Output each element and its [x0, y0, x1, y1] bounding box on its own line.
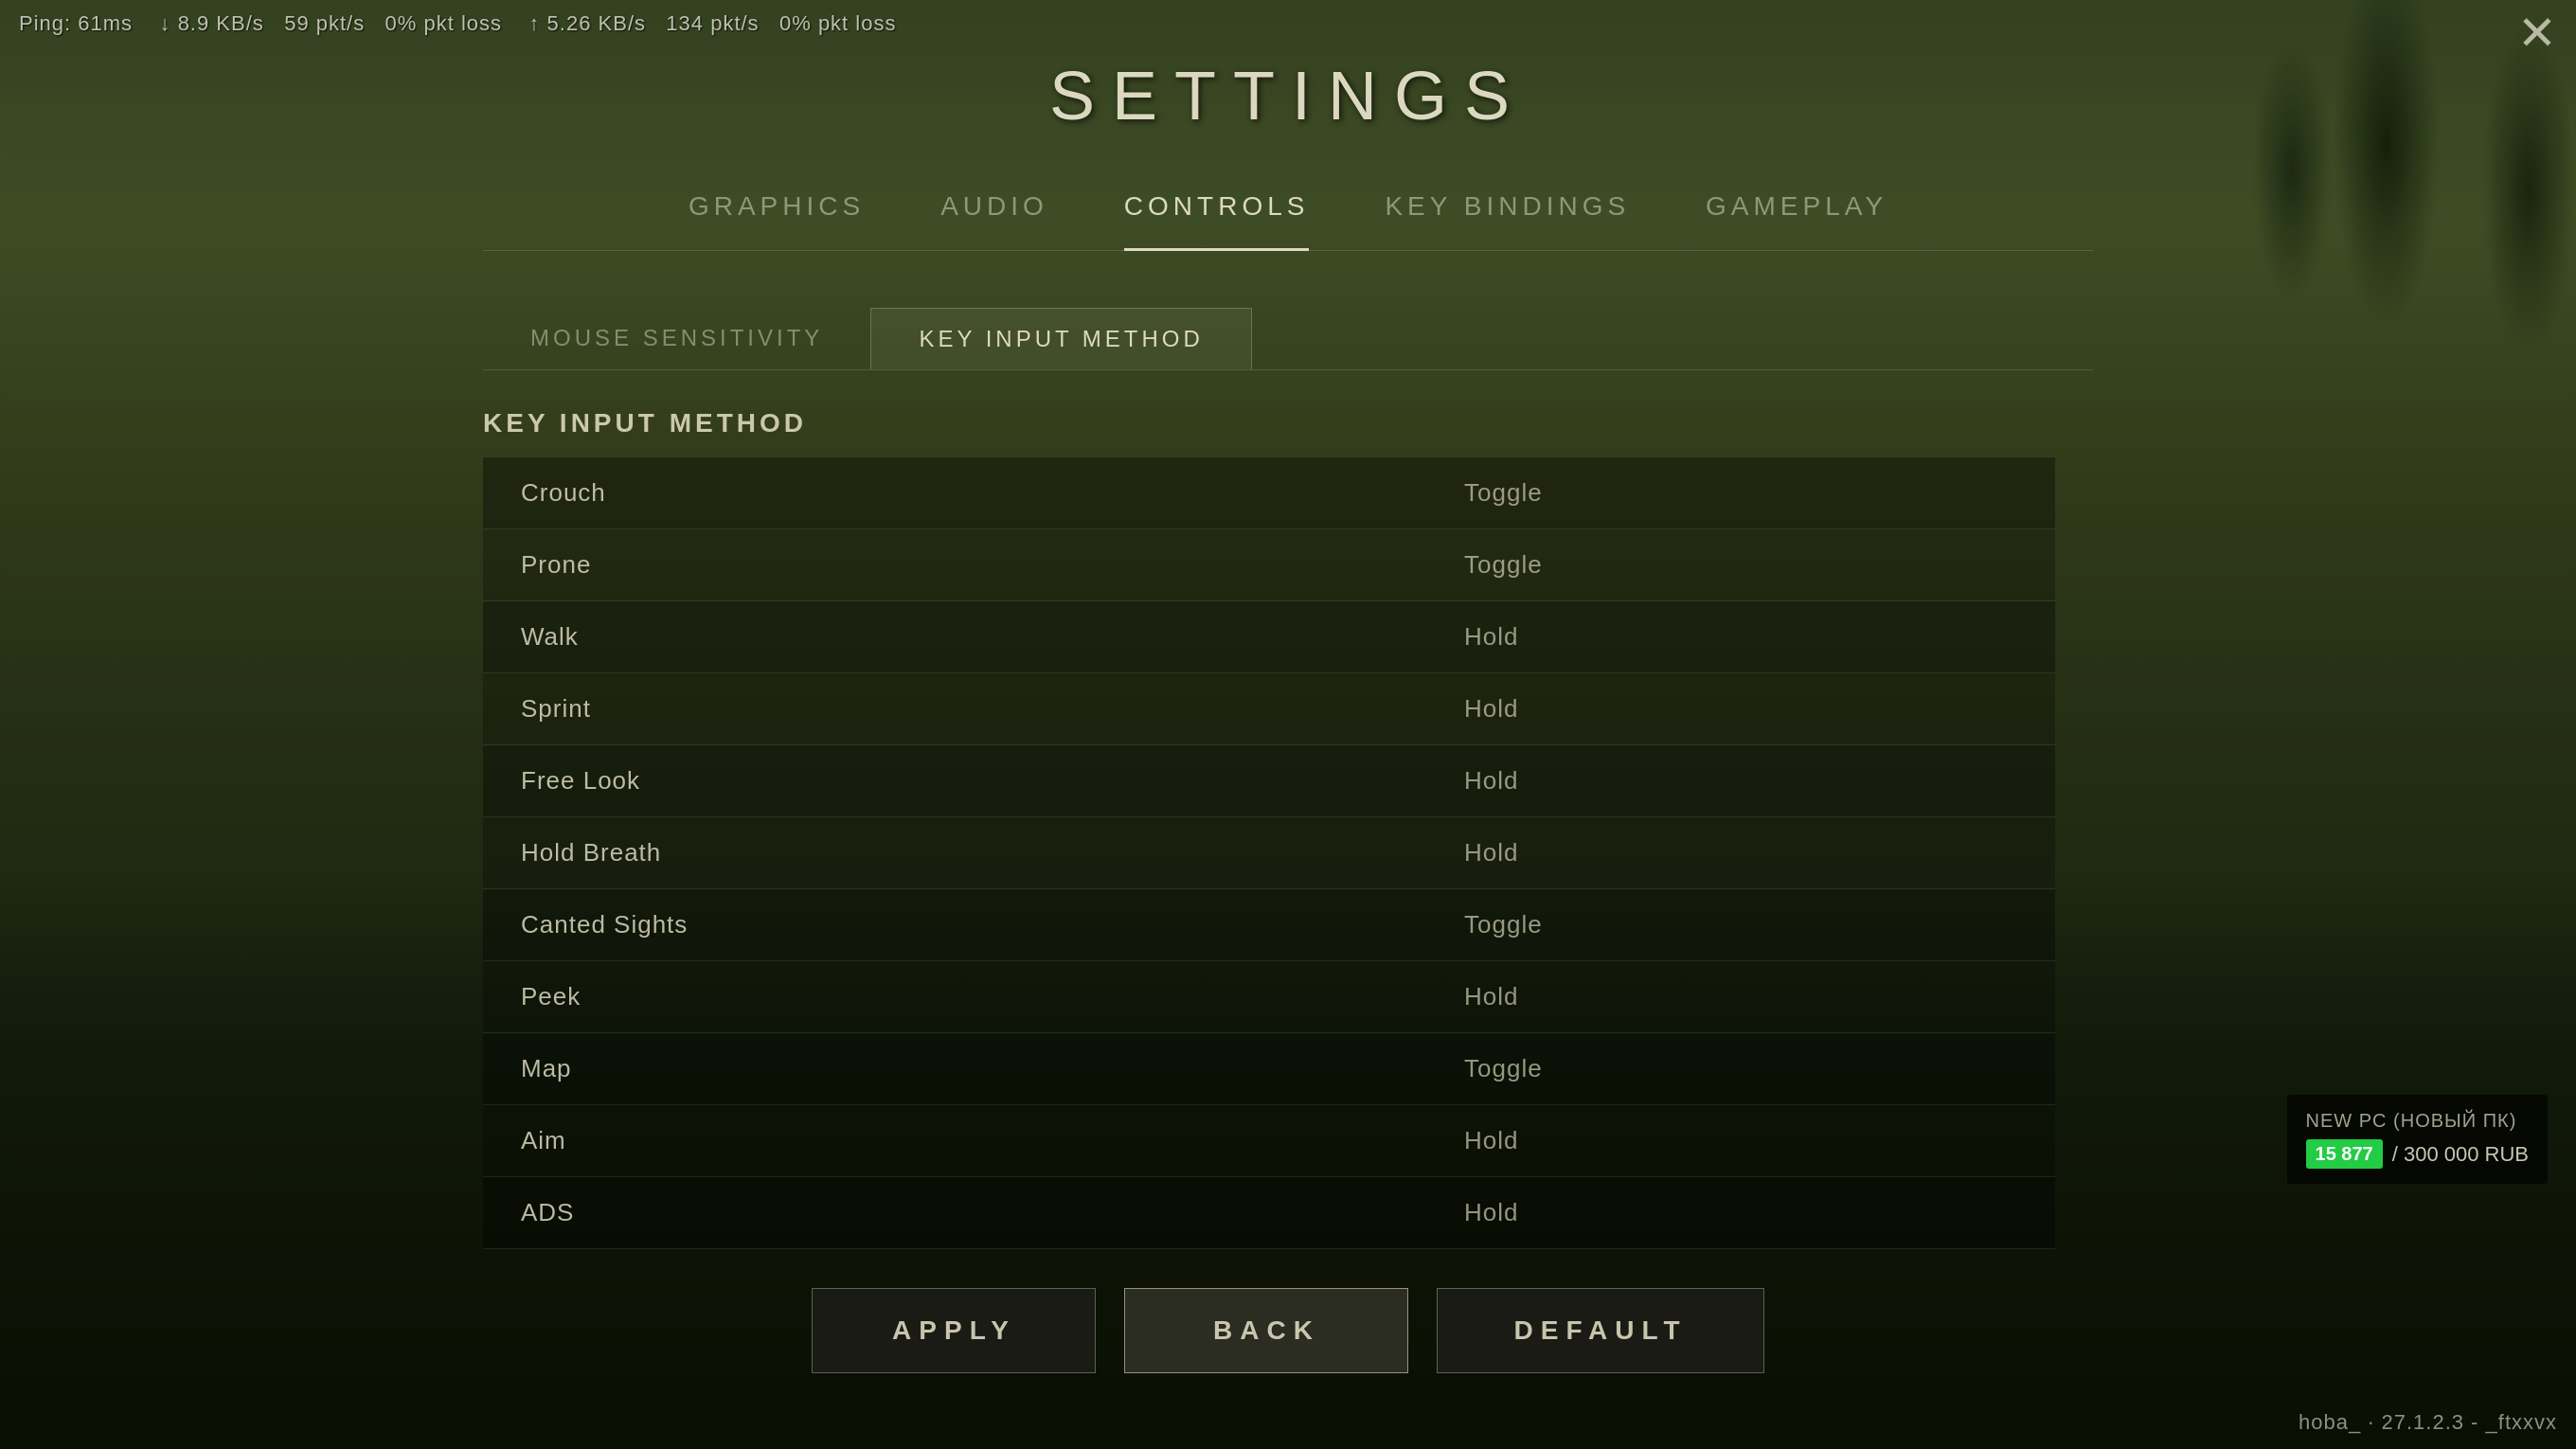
- table-row[interactable]: Hold Breath Hold: [483, 817, 2055, 889]
- method-cell[interactable]: Toggle: [1426, 457, 2055, 529]
- table-row[interactable]: Map Toggle: [483, 1033, 2055, 1105]
- action-cell: Prone: [483, 529, 1426, 601]
- sub-tab-key-input[interactable]: KEY INPUT METHOD: [870, 308, 1251, 369]
- pkt-down-stat: 59 pkt/s: [284, 11, 365, 35]
- method-cell[interactable]: Hold: [1426, 961, 2055, 1033]
- table-row[interactable]: Aim Hold: [483, 1105, 2055, 1177]
- sub-tab-mouse-sensitivity[interactable]: MOUSE SENSITIVITY: [483, 308, 870, 369]
- table-row[interactable]: Crouch Toggle: [483, 457, 2055, 529]
- pkt-up-stat: 134 pkt/s: [666, 11, 759, 35]
- action-cell: Sprint: [483, 673, 1426, 745]
- action-cell: Hold Breath: [483, 817, 1426, 889]
- download-stat: ↓ 8.9 KB/s: [160, 11, 264, 35]
- method-cell[interactable]: Hold: [1426, 1177, 2055, 1249]
- settings-content: MOUSE SENSITIVITY KEY INPUT METHOD KEY I…: [483, 308, 2093, 1249]
- donation-total: / 300 000 RUB: [2392, 1142, 2529, 1167]
- method-cell[interactable]: Hold: [1426, 817, 2055, 889]
- donation-panel: NEW PC (НОВЫЙ ПК) 15 877 / 300 000 RUB: [2287, 1095, 2548, 1184]
- donation-badge: 15 877: [2306, 1139, 2383, 1169]
- table-row[interactable]: ADS Hold: [483, 1177, 2055, 1249]
- upload-stat: ↑ 5.26 KB/s: [528, 11, 646, 35]
- action-cell: Walk: [483, 601, 1426, 673]
- table-row[interactable]: Walk Hold: [483, 601, 2055, 673]
- tab-controls[interactable]: CONTROLS: [1124, 182, 1310, 231]
- tab-audio[interactable]: AUDIO: [940, 182, 1048, 231]
- method-cell[interactable]: Toggle: [1426, 529, 2055, 601]
- action-cell: Peek: [483, 961, 1426, 1033]
- close-button[interactable]: ✕: [2517, 9, 2557, 57]
- pkt-loss-up-stat: 0% pkt loss: [779, 11, 897, 35]
- bottom-buttons: APPLY BACK DEFAULT: [0, 1288, 2576, 1373]
- method-cell[interactable]: Hold: [1426, 673, 2055, 745]
- table-row[interactable]: Free Look Hold: [483, 745, 2055, 817]
- method-cell[interactable]: Hold: [1426, 1105, 2055, 1177]
- sub-tabs: MOUSE SENSITIVITY KEY INPUT METHOD: [483, 308, 2093, 370]
- back-button[interactable]: BACK: [1124, 1288, 1408, 1373]
- player-info: hoba_ · 27.1.2.3 - _ftxxvx: [2299, 1410, 2557, 1435]
- tab-graphics[interactable]: GRAPHICS: [689, 182, 865, 231]
- key-input-table: Crouch Toggle Prone Toggle Walk Hold Spr…: [483, 457, 2055, 1249]
- method-cell[interactable]: Toggle: [1426, 889, 2055, 961]
- table-row[interactable]: Prone Toggle: [483, 529, 2055, 601]
- donation-amount: 15 877 / 300 000 RUB: [2306, 1139, 2529, 1169]
- apply-button[interactable]: APPLY: [812, 1288, 1096, 1373]
- tab-keybindings[interactable]: KEY BINDINGS: [1385, 182, 1630, 231]
- table-row[interactable]: Peek Hold: [483, 961, 2055, 1033]
- method-cell[interactable]: Hold: [1426, 601, 2055, 673]
- action-cell: Free Look: [483, 745, 1426, 817]
- action-cell: Aim: [483, 1105, 1426, 1177]
- method-cell[interactable]: Hold: [1426, 745, 2055, 817]
- action-cell: Map: [483, 1033, 1426, 1105]
- table-row[interactable]: Canted Sights Toggle: [483, 889, 2055, 961]
- settings-title: SETTINGS: [1049, 57, 1527, 134]
- donation-title: NEW PC (НОВЫЙ ПК): [2306, 1110, 2529, 1132]
- table-row[interactable]: Sprint Hold: [483, 673, 2055, 745]
- pkt-loss-down-stat: 0% pkt loss: [385, 11, 503, 35]
- settings-tabs: GRAPHICS AUDIO CONTROLS KEY BINDINGS GAM…: [483, 182, 2093, 251]
- action-cell: Crouch: [483, 457, 1426, 529]
- default-button[interactable]: DEFAULT: [1437, 1288, 1763, 1373]
- method-cell[interactable]: Toggle: [1426, 1033, 2055, 1105]
- hud-network-stats: Ping: 61ms ↓ 8.9 KB/s 59 pkt/s 0% pkt lo…: [19, 11, 896, 36]
- ping-stat: Ping: 61ms: [19, 11, 133, 35]
- section-heading: KEY INPUT METHOD: [483, 408, 2093, 438]
- action-cell: Canted Sights: [483, 889, 1426, 961]
- settings-panel: SETTINGS GRAPHICS AUDIO CONTROLS KEY BIN…: [0, 0, 2576, 1449]
- action-cell: ADS: [483, 1177, 1426, 1249]
- tab-gameplay[interactable]: GAMEPLAY: [1706, 182, 1887, 231]
